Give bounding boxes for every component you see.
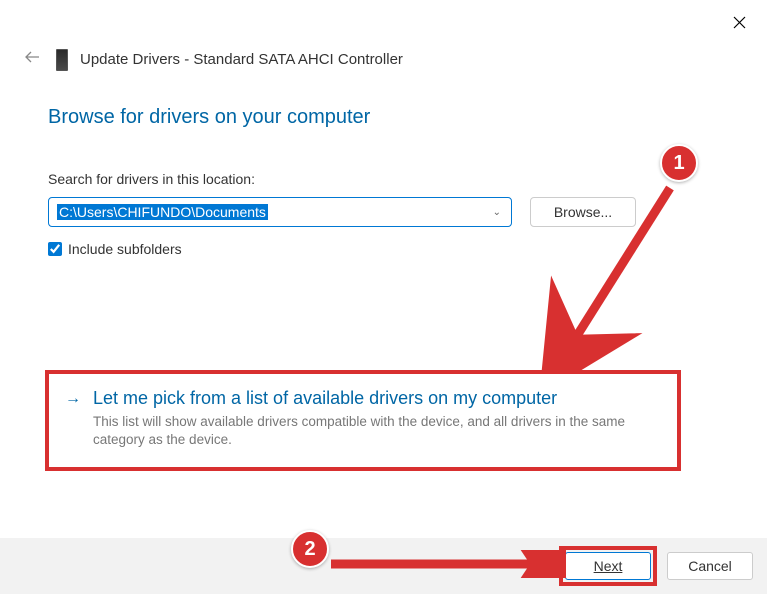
pick-driver-option[interactable]: → Let me pick from a list of available d… [45,370,681,471]
header: Update Drivers - Standard SATA AHCI Cont… [0,36,767,91]
path-row: C:\Users\CHIFUNDO\Documents ⌄ Browse... [48,197,719,227]
annotation-badge-1: 1 [660,144,698,182]
close-icon [733,16,746,29]
option-text: Let me pick from a list of available dri… [93,388,661,449]
include-subfolders-row[interactable]: Include subfolders [48,241,719,257]
chevron-down-icon: ⌄ [493,207,501,218]
close-button[interactable] [725,8,753,36]
next-button-highlight: Next [559,546,657,586]
include-subfolders-label: Include subfolders [68,241,182,257]
include-subfolders-checkbox[interactable] [48,242,62,256]
option-heading: Let me pick from a list of available dri… [93,388,661,409]
window-title: Update Drivers - Standard SATA AHCI Cont… [80,51,403,68]
browse-button[interactable]: Browse... [530,197,636,227]
cancel-button[interactable]: Cancel [667,552,753,580]
back-button[interactable] [20,46,44,73]
page-heading: Browse for drivers on your computer [48,106,719,129]
content: Browse for drivers on your computer Sear… [0,91,767,257]
next-button[interactable]: Next [565,552,651,580]
next-button-label: Next [594,558,623,574]
footer: Next Cancel [0,538,767,594]
annotation-badge-2: 2 [291,530,329,568]
path-combobox[interactable]: C:\Users\CHIFUNDO\Documents ⌄ [48,197,512,227]
device-icon [56,49,68,71]
path-value: C:\Users\CHIFUNDO\Documents [57,204,268,220]
arrow-right-icon: → [65,390,81,449]
option-description: This list will show available drivers co… [93,413,661,449]
titlebar [0,0,767,36]
search-label: Search for drivers in this location: [48,171,719,187]
back-arrow-icon [24,50,40,64]
